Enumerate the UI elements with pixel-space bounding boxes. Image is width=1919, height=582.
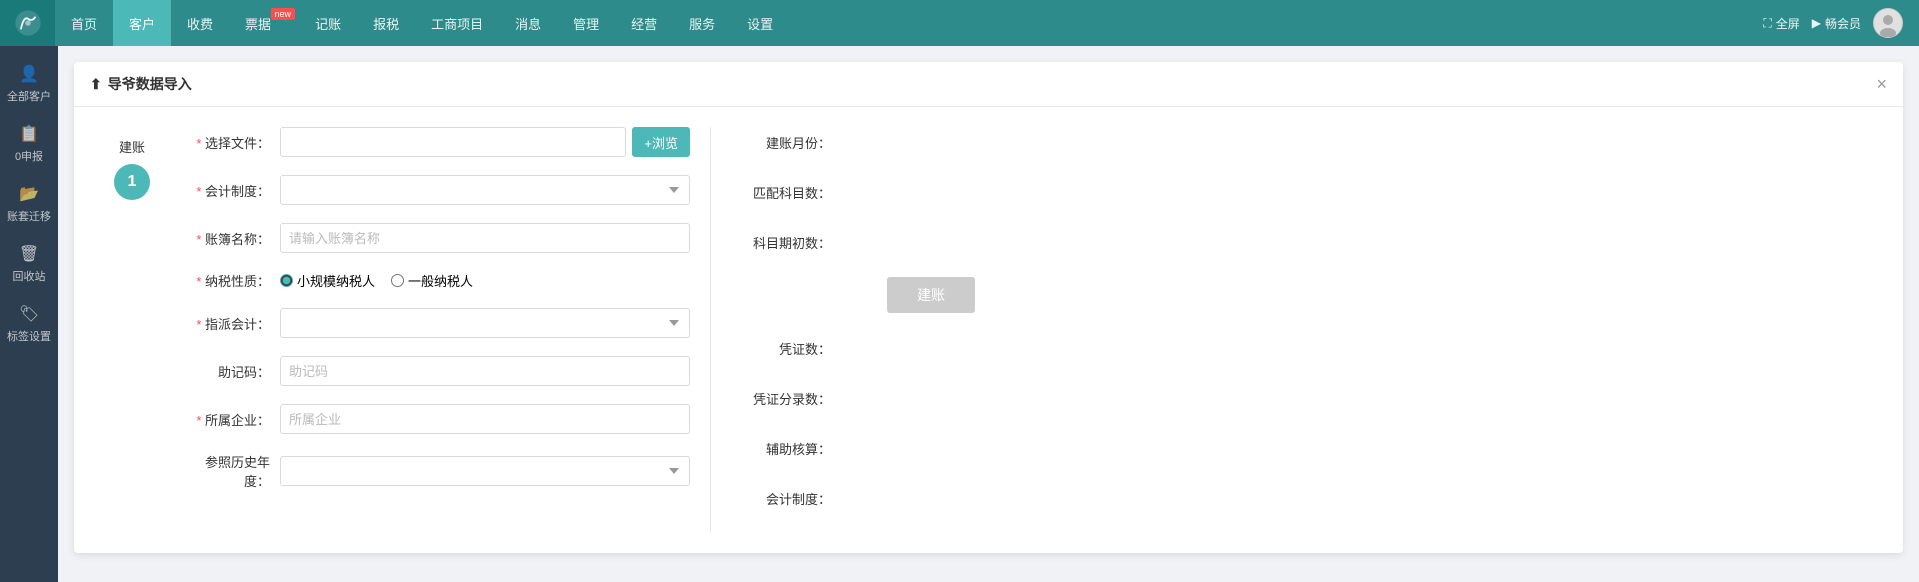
- initial-subjects-row: 科目期初数：: [751, 227, 1111, 257]
- history-year-label: 参照历史年度：: [190, 452, 280, 490]
- tags-icon: 🏷: [19, 304, 39, 324]
- nav-item-management[interactable]: 管理: [557, 0, 615, 46]
- nav-right: ⛶ 全屏 ▶ 畅会员: [1763, 8, 1919, 38]
- match-subjects-label: 匹配科目数：: [751, 183, 841, 202]
- file-input-wrap: +浏览: [280, 127, 690, 157]
- dialog-panel: ⬆ 导爷数据导入 × 建账 1 选择文件：: [74, 62, 1903, 553]
- memo-row: 助记码：: [190, 356, 690, 386]
- step-circle: 1: [114, 164, 150, 200]
- ledger-name-input[interactable]: [280, 223, 690, 253]
- dialog-header: ⬆ 导爷数据导入 ×: [74, 62, 1903, 107]
- browse-button[interactable]: +浏览: [632, 127, 690, 157]
- voucher-entries-row: 凭证分录数：: [751, 383, 1111, 413]
- accounting-system-row: 会计制度：: [190, 175, 690, 205]
- nav-item-business[interactable]: 工商项目: [415, 0, 499, 46]
- step-section: 建账 1: [114, 127, 150, 533]
- logo[interactable]: [0, 0, 55, 46]
- fullscreen-icon: ⛶: [1763, 16, 1771, 31]
- right-accounting-system-value: [841, 483, 1111, 513]
- step-label: 建账: [119, 137, 145, 156]
- nav-items: 首页 客户 收费 票据 new 记账 报税 工商项目 消息 管理 经营 服务 设…: [55, 0, 1763, 46]
- nav-item-fees[interactable]: 收费: [171, 0, 229, 46]
- right-accounting-system-label: 会计制度：: [751, 489, 841, 508]
- company-input[interactable]: [280, 404, 690, 434]
- memo-label: 助记码：: [190, 362, 280, 381]
- match-subjects-row: 匹配科目数：: [751, 177, 1111, 207]
- form-right: 建账月份： 匹配科目数： 科目期初数： 建账: [711, 127, 1111, 533]
- memo-input[interactable]: [280, 356, 690, 386]
- auxiliary-label: 辅助核算：: [751, 439, 841, 458]
- nav-item-operations[interactable]: 经营: [615, 0, 673, 46]
- company-row: 所属企业：: [190, 404, 690, 434]
- general-taxpayer-option[interactable]: 一般纳税人: [391, 271, 473, 290]
- auxiliary-row: 辅助核算：: [751, 433, 1111, 463]
- general-taxpayer-radio[interactable]: [391, 274, 404, 287]
- content-area: ⬆ 导爷数据导入 × 建账 1 选择文件：: [58, 46, 1919, 582]
- nav-item-settings[interactable]: 设置: [731, 0, 789, 46]
- nav-item-home[interactable]: 首页: [55, 0, 113, 46]
- voucher-entries-label: 凭证分录数：: [751, 389, 841, 408]
- nav-item-bookkeeping[interactable]: 记账: [299, 0, 357, 46]
- voucher-count-row: 凭证数：: [751, 333, 1111, 363]
- sidebar-item-account-migration[interactable]: 📂 账套迁移: [0, 174, 58, 234]
- close-button[interactable]: ×: [1876, 75, 1887, 93]
- initial-subjects-value: [841, 227, 1111, 257]
- sidebar: 👤 全部客户 📋 0申报 📂 账套迁移 🗑 回收站 🏷 标签设置: [0, 46, 58, 582]
- form-left: 选择文件： +浏览 会计制度：: [190, 127, 690, 533]
- file-row: 选择文件： +浏览: [190, 127, 690, 157]
- build-account-button[interactable]: 建账: [887, 277, 975, 313]
- build-month-value: [841, 127, 1111, 157]
- sidebar-item-zero-declaration[interactable]: 📋 0申报: [0, 114, 58, 174]
- ledger-name-row: 账簿名称：: [190, 223, 690, 253]
- dialog-body: 建账 1 选择文件： +浏览 会计制度：: [74, 107, 1903, 553]
- vip-button[interactable]: ▶ 畅会员: [1812, 15, 1861, 32]
- voucher-count-label: 凭证数：: [751, 339, 841, 358]
- voucher-entries-value: [841, 383, 1111, 413]
- small-taxpayer-option[interactable]: 小规模纳税人: [280, 271, 375, 290]
- file-label: 选择文件：: [190, 133, 280, 152]
- small-taxpayer-radio[interactable]: [280, 274, 293, 287]
- sidebar-item-tags[interactable]: 🏷 标签设置: [0, 294, 58, 354]
- file-text-input[interactable]: [280, 127, 626, 157]
- company-label: 所属企业：: [190, 410, 280, 429]
- tax-type-label: 纳税性质：: [190, 271, 280, 290]
- build-month-row: 建账月份：: [751, 127, 1111, 157]
- top-navigation: 首页 客户 收费 票据 new 记账 报税 工商项目 消息 管理 经营 服务 设…: [0, 0, 1919, 46]
- initial-subjects-label: 科目期初数：: [751, 233, 841, 252]
- nav-item-services[interactable]: 服务: [673, 0, 731, 46]
- accounting-system-select[interactable]: [280, 175, 690, 205]
- user-avatar[interactable]: [1873, 8, 1903, 38]
- main-layout: 👤 全部客户 📋 0申报 📂 账套迁移 🗑 回收站 🏷 标签设置 ⬆ 导爷数: [0, 46, 1919, 582]
- nav-item-tax[interactable]: 报税: [357, 0, 415, 46]
- accounting-system-label: 会计制度：: [190, 181, 280, 200]
- sidebar-item-all-customers[interactable]: 👤 全部客户: [0, 54, 58, 114]
- accountant-row: 指派会计：: [190, 308, 690, 338]
- history-year-row: 参照历史年度：: [190, 452, 690, 490]
- migration-icon: 📂: [19, 184, 39, 204]
- match-subjects-value: [841, 177, 1111, 207]
- recycle-icon: 🗑: [19, 244, 39, 264]
- vip-icon: ▶: [1812, 16, 1821, 30]
- customers-icon: 👤: [19, 64, 39, 84]
- build-month-label: 建账月份：: [751, 133, 841, 152]
- nav-item-invoices[interactable]: 票据 new: [229, 0, 299, 46]
- ledger-name-label: 账簿名称：: [190, 229, 280, 248]
- voucher-count-value: [841, 333, 1111, 363]
- right-accounting-system-row: 会计制度：: [751, 483, 1111, 513]
- accountant-select[interactable]: [280, 308, 690, 338]
- declaration-icon: 📋: [19, 124, 39, 144]
- tax-type-row: 纳税性质： 小规模纳税人 一般纳税人: [190, 271, 690, 290]
- accountant-label: 指派会计：: [190, 314, 280, 333]
- tax-type-radio-group: 小规模纳税人 一般纳税人: [280, 271, 473, 290]
- nav-item-messages[interactable]: 消息: [499, 0, 557, 46]
- auxiliary-value: [841, 433, 1111, 463]
- upload-icon: ⬆: [90, 76, 102, 93]
- history-year-select[interactable]: [280, 456, 690, 486]
- sidebar-item-recycle[interactable]: 🗑 回收站: [0, 234, 58, 294]
- dialog-title: ⬆ 导爷数据导入: [90, 74, 192, 94]
- new-badge: new: [271, 8, 296, 20]
- fullscreen-button[interactable]: ⛶ 全屏: [1763, 15, 1799, 32]
- nav-item-customers[interactable]: 客户: [113, 0, 171, 46]
